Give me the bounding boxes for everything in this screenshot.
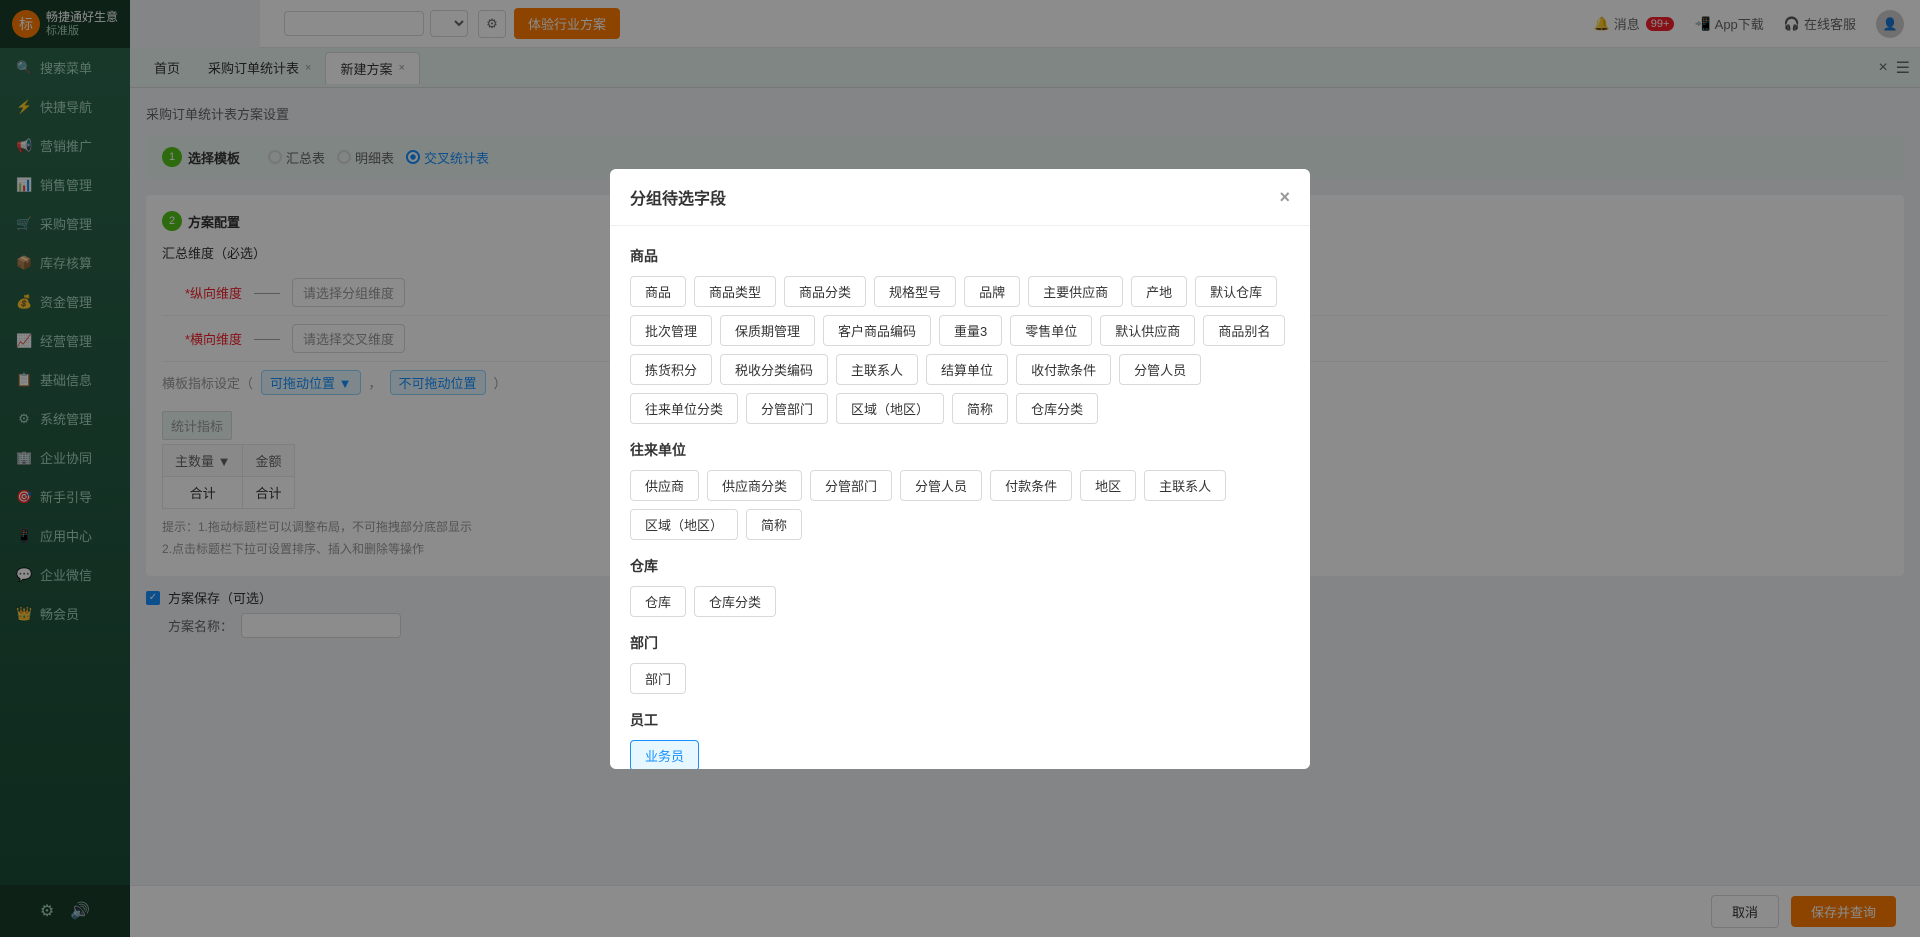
field-tag-main-supplier[interactable]: 主要供应商 (1028, 276, 1123, 307)
field-tag-counterpart-category[interactable]: 往来单位分类 (630, 393, 738, 424)
modal-close-button[interactable]: × (1279, 188, 1290, 206)
field-tag-payment-terms[interactable]: 收付款条件 (1016, 354, 1111, 385)
field-tag-weight3[interactable]: 重量3 (939, 315, 1002, 346)
section-title-employee: 员工 (630, 710, 1290, 730)
field-tag-pay-terms[interactable]: 付款条件 (990, 470, 1072, 501)
field-tag-product-type[interactable]: 商品类型 (694, 276, 776, 307)
counterpart-fields: 供应商 供应商分类 分管部门 分管人员 付款条件 地区 主联系人 区域（地区） … (630, 470, 1290, 540)
field-tag-warehouse-category[interactable]: 仓库分类 (1016, 393, 1098, 424)
field-tag-region2[interactable]: 区域（地区） (630, 509, 738, 540)
field-tag-product-category[interactable]: 商品分类 (784, 276, 866, 307)
modal-overlay: 分组待选字段 × 商品 商品 商品类型 商品分类 规格型号 品牌 主要供应商 产… (0, 0, 1920, 937)
employee-fields: 业务员 (630, 740, 1290, 769)
field-tag-product-alias[interactable]: 商品别名 (1203, 315, 1285, 346)
section-title-counterpart: 往来单位 (630, 440, 1290, 460)
field-tag-abbr2[interactable]: 简称 (746, 509, 802, 540)
field-tag-supervising-dept[interactable]: 分管部门 (810, 470, 892, 501)
field-tag-settlement-unit[interactable]: 结算单位 (926, 354, 1008, 385)
modal-title: 分组待选字段 (630, 185, 726, 209)
field-tag-pick-score[interactable]: 拣货积分 (630, 354, 712, 385)
field-tag-supervising-person[interactable]: 分管人员 (900, 470, 982, 501)
field-tag-product[interactable]: 商品 (630, 276, 686, 307)
field-tag-dept[interactable]: 分管部门 (746, 393, 828, 424)
section-title-dept: 部门 (630, 633, 1290, 653)
field-tag-origin[interactable]: 产地 (1131, 276, 1187, 307)
modal-body[interactable]: 商品 商品 商品类型 商品分类 规格型号 品牌 主要供应商 产地 默认仓库 批次… (610, 226, 1310, 769)
field-tag-default-supplier[interactable]: 默认供应商 (1100, 315, 1195, 346)
field-tag-salesperson[interactable]: 业务员 (630, 740, 699, 769)
field-tag-main-contact2[interactable]: 主联系人 (1144, 470, 1226, 501)
field-tag-retail-unit[interactable]: 零售单位 (1010, 315, 1092, 346)
section-title-warehouse: 仓库 (630, 556, 1290, 576)
field-tag-main-contact[interactable]: 主联系人 (836, 354, 918, 385)
field-tag-abbr[interactable]: 简称 (952, 393, 1008, 424)
dept-fields: 部门 (630, 663, 1290, 694)
field-tag-default-warehouse[interactable]: 默认仓库 (1195, 276, 1277, 307)
field-tag-customer-code[interactable]: 客户商品编码 (823, 315, 931, 346)
product-fields: 商品 商品类型 商品分类 规格型号 品牌 主要供应商 产地 默认仓库 批次管理 … (630, 276, 1290, 424)
field-tag-warehouse[interactable]: 仓库 (630, 586, 686, 617)
field-tag-batch[interactable]: 批次管理 (630, 315, 712, 346)
field-tag-shelf-life[interactable]: 保质期管理 (720, 315, 815, 346)
field-tag-brand[interactable]: 品牌 (964, 276, 1020, 307)
field-tag-department[interactable]: 部门 (630, 663, 686, 694)
section-title-product: 商品 (630, 246, 1290, 266)
field-tag-area[interactable]: 地区 (1080, 470, 1136, 501)
modal-dialog: 分组待选字段 × 商品 商品 商品类型 商品分类 规格型号 品牌 主要供应商 产… (610, 169, 1310, 769)
field-tag-region[interactable]: 区域（地区） (836, 393, 944, 424)
warehouse-fields: 仓库 仓库分类 (630, 586, 1290, 617)
field-tag-supplier[interactable]: 供应商 (630, 470, 699, 501)
field-tag-supervisor[interactable]: 分管人员 (1119, 354, 1201, 385)
field-tag-spec-model[interactable]: 规格型号 (874, 276, 956, 307)
field-tag-tax-code[interactable]: 税收分类编码 (720, 354, 828, 385)
field-tag-warehouse-cat[interactable]: 仓库分类 (694, 586, 776, 617)
field-tag-supplier-category[interactable]: 供应商分类 (707, 470, 802, 501)
modal-header: 分组待选字段 × (610, 169, 1310, 226)
